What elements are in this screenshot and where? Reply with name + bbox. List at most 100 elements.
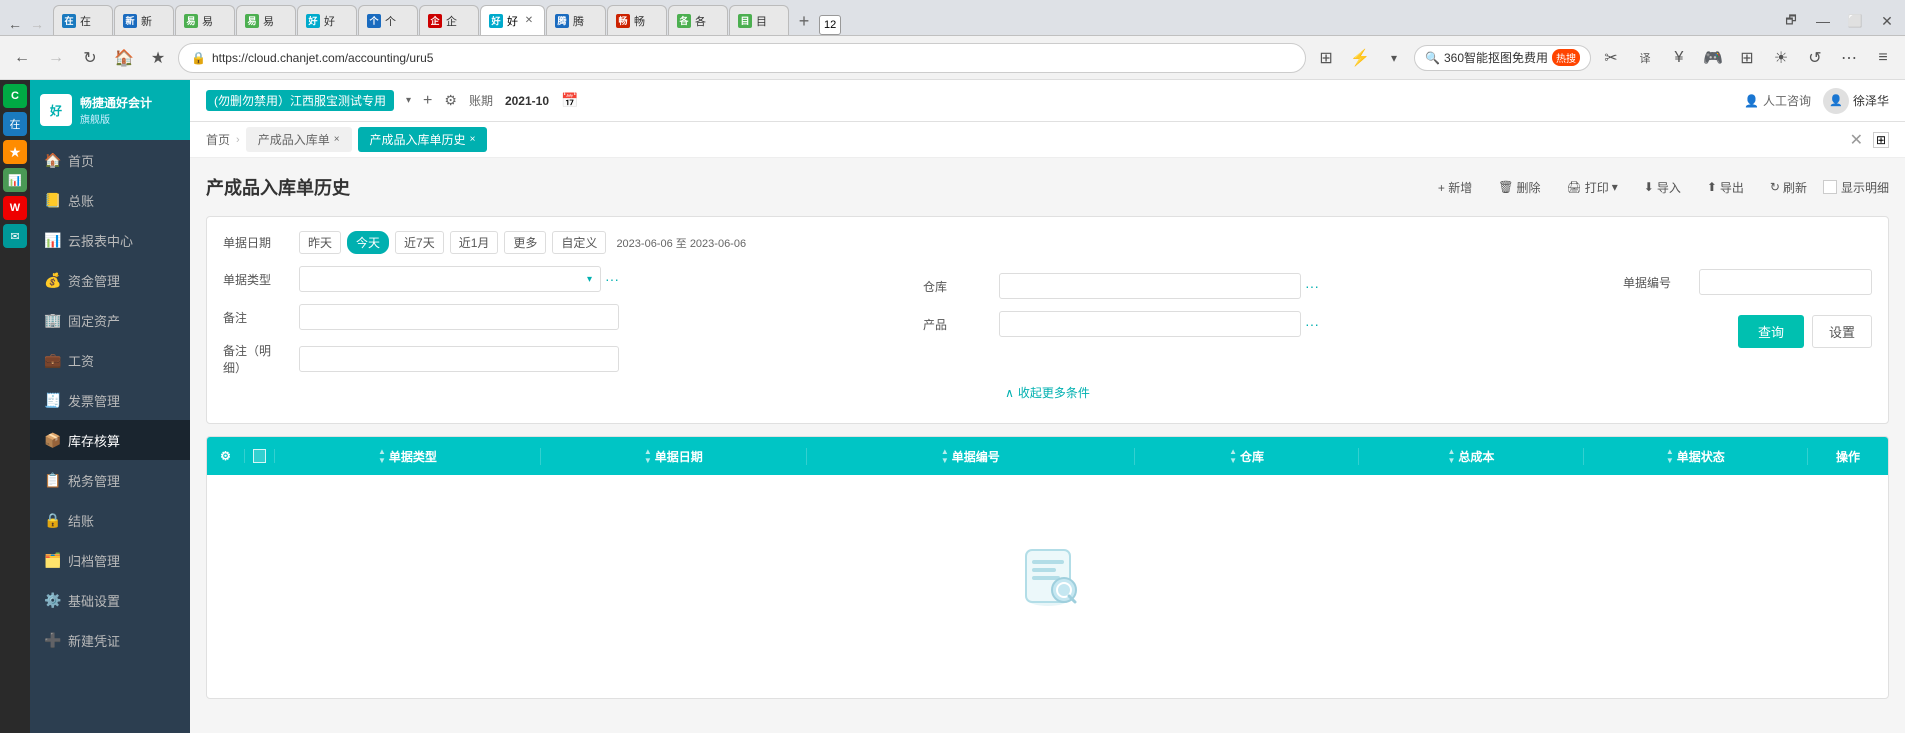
warehouse-filter-select[interactable] [999,273,1301,299]
sidebar-item-inventory[interactable]: 📦 库存核算 [30,420,190,460]
ai-service-btn[interactable]: 👤 人工咨询 [1744,92,1811,109]
remark2-filter-input[interactable] [299,346,619,372]
tab-close-btn-8[interactable]: ✕ [522,14,536,28]
sidebar-item-home[interactable]: 🏠 首页 [30,140,190,180]
browser-tab-1[interactable]: 在 在 [53,5,113,35]
th-gear[interactable]: ⚙ [207,449,245,463]
sidebar-item-tax[interactable]: 📋 税务管理 [30,460,190,500]
browser-tab-4[interactable]: 易 易 [236,5,296,35]
page-close-icon[interactable]: ✕ [1850,130,1863,150]
search-box[interactable]: 🔍 360智能抠图免费用 热搜 [1414,45,1591,71]
date-custom-btn[interactable]: 自定义 [552,231,606,254]
date-1month-btn[interactable]: 近1月 [450,231,499,254]
refresh-btn[interactable]: ↻ [76,44,104,72]
tab-1-close[interactable]: × [334,134,340,145]
user-avatar-btn[interactable]: 👤 徐泽华 [1823,88,1889,114]
back-btn[interactable]: ← [8,44,36,72]
th-num[interactable]: ▲▼ 单据编号 [807,448,1135,465]
new-btn[interactable]: + 新增 [1428,175,1482,200]
show-detail-checkbox[interactable] [1823,180,1837,194]
date-today-btn[interactable]: 今天 [347,231,389,254]
breadcrumb-tab-2[interactable]: 产成品入库单历史 × [358,127,488,152]
add-account-btn[interactable]: + [423,92,432,110]
browser-tab-3[interactable]: 易 易 [175,5,235,35]
tab-counter[interactable]: 12 [819,15,841,35]
app-icon-1[interactable]: 在 [3,112,27,136]
sidebar-item-archive[interactable]: 🗂️ 归档管理 [30,540,190,580]
grid-icon[interactable]: ⊞ [1312,44,1340,72]
app-icon-chart[interactable]: 📊 [3,168,27,192]
th-warehouse[interactable]: ▲▼ 仓库 [1135,448,1359,465]
select-all-checkbox[interactable] [253,449,266,463]
close-btn[interactable]: ✕ [1873,7,1901,35]
scissors-btn[interactable]: ✂ [1597,44,1625,72]
collapse-btn[interactable]: ∧ 收起更多条件 [1005,376,1090,409]
period-calendar-btn[interactable]: 📅 [561,92,578,109]
browser-tab-7[interactable]: 企 企 [419,5,479,35]
sidebar-item-settings[interactable]: ⚙️ 基础设置 [30,580,190,620]
lightning-icon[interactable]: ⚡ [1346,44,1374,72]
th-date[interactable]: ▲▼ 单据日期 [541,448,807,465]
th-type[interactable]: ▲▼ 单据类型 [275,448,541,465]
query-btn[interactable]: 查询 [1738,315,1804,348]
sidebar-item-newdoc[interactable]: ➕ 新建凭证 [30,620,190,660]
translate-btn[interactable]: 译 [1631,44,1659,72]
yuan-btn[interactable]: ¥ [1665,44,1693,72]
breadcrumb-tab-1[interactable]: 产成品入库单 × [246,127,352,152]
product-filter-select[interactable] [999,311,1301,337]
settings-nav-btn[interactable]: ≡ [1869,44,1897,72]
bookmark-btn[interactable]: ★ [144,44,172,72]
history-btn[interactable]: ↺ [1801,44,1829,72]
tab-2-close[interactable]: × [470,134,476,145]
browser-tab-8[interactable]: 好 好 ✕ [480,5,545,35]
sidebar-item-invoice[interactable]: 🧾 发票管理 [30,380,190,420]
remark-filter-input[interactable] [299,304,619,330]
minimize-btn[interactable]: — [1809,7,1837,35]
browser-tab-10[interactable]: 畅 畅 [607,5,667,35]
date-yesterday-btn[interactable]: 昨天 [299,231,341,254]
browser-back-btn[interactable]: ← [4,13,26,35]
type-filter-dots[interactable]: ··· [605,271,619,287]
date-7days-btn[interactable]: 近7天 [395,231,444,254]
sidebar-item-ledger[interactable]: 📒 总账 [30,180,190,220]
browser-tab-11[interactable]: 各 各 [668,5,728,35]
import-btn[interactable]: ⬇ 导入 [1634,175,1691,200]
show-detail-toggle[interactable]: 显示明细 [1823,179,1889,196]
theme-btn[interactable]: ☀ [1767,44,1795,72]
maximize-btn[interactable]: ⬜ [1841,7,1869,35]
nav-brand[interactable]: 好 畅捷通好会计 旗舰版 [30,80,190,140]
dropdown-icon[interactable]: ▾ [1380,44,1408,72]
browser-tab-12[interactable]: 目 目 [729,5,789,35]
browser-forward-btn[interactable]: → [26,13,48,35]
th-status[interactable]: ▲▼ 单据状态 [1584,448,1808,465]
account-dropdown-btn[interactable]: ▾ [406,95,411,106]
export-btn[interactable]: ⬆ 导出 [1697,175,1754,200]
print-btn[interactable]: 🖨 打印 ▾ [1556,175,1627,200]
product-filter-dots[interactable]: ··· [1305,316,1319,332]
game-btn[interactable]: 🎮 [1699,44,1727,72]
refresh-action-btn[interactable]: ↻ 刷新 [1760,175,1817,200]
app-icon-w[interactable]: W [3,196,27,220]
filter-settings-btn[interactable]: 设置 [1812,315,1872,348]
app-icon-changjie[interactable]: C [3,84,27,108]
more-btn[interactable]: ⋯ [1835,44,1863,72]
app-icon-star[interactable]: ★ [3,140,27,164]
delete-btn[interactable]: 🗑 删除 [1488,175,1550,200]
home-btn[interactable]: 🏠 [110,44,138,72]
new-tab-btn[interactable]: + [790,7,818,35]
sidebar-item-report[interactable]: 📊 云报表中心 [30,220,190,260]
address-input[interactable]: 🔒 https://cloud.chanjet.com/accounting/u… [178,43,1306,73]
account-settings-btn[interactable]: ⚙ [444,92,457,109]
browser-tab-9[interactable]: 腾 腾 [546,5,606,35]
browser-tab-5[interactable]: 好 好 [297,5,357,35]
browser-tab-2[interactable]: 新 新 [114,5,174,35]
type-filter-select[interactable]: ▾ [299,266,601,292]
apps-btn[interactable]: ⊞ [1733,44,1761,72]
forward-btn[interactable]: → [42,44,70,72]
app-icon-email[interactable]: ✉ [3,224,27,248]
warehouse-filter-dots[interactable]: ··· [1305,278,1319,294]
date-more-btn[interactable]: 更多 [504,231,546,254]
th-cost[interactable]: ▲▼ 总成本 [1359,448,1583,465]
sidebar-item-payroll[interactable]: 💼 工资 [30,340,190,380]
th-check[interactable] [245,449,275,463]
